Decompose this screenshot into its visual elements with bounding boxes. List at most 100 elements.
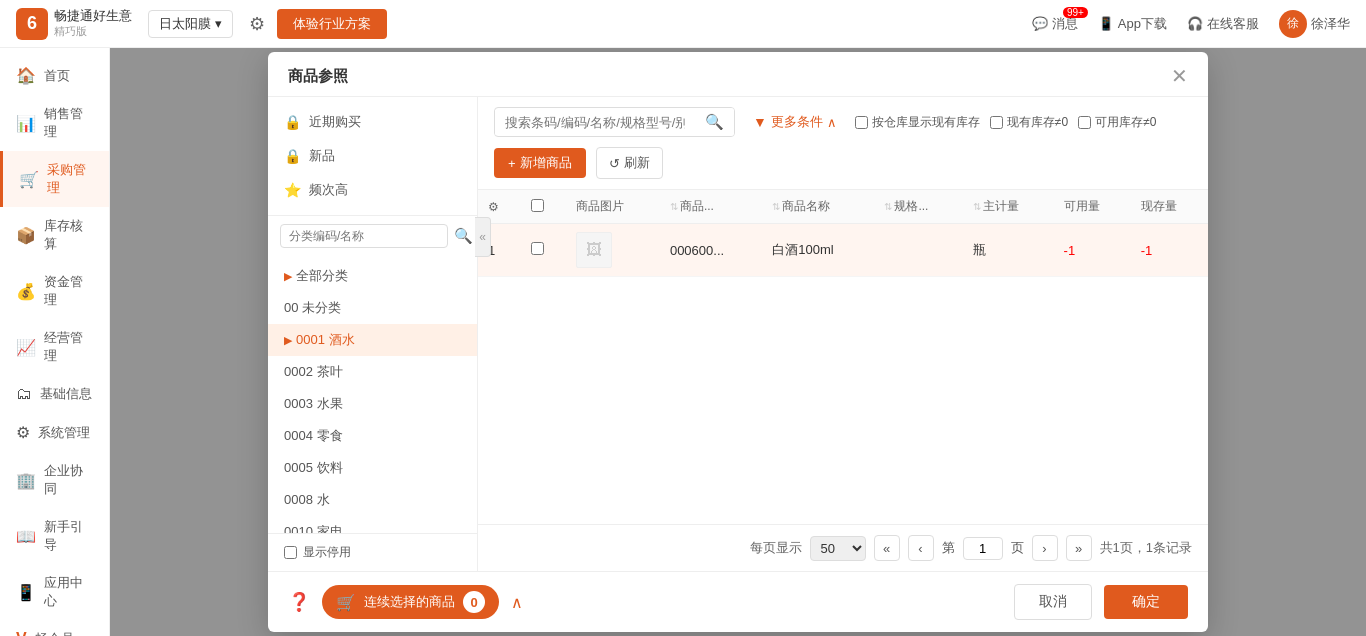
tab-recent-label: 近期购买	[309, 113, 361, 131]
show-disabled-checkbox[interactable]	[284, 546, 297, 559]
page-label: 第	[942, 539, 955, 557]
col-unit-sort-icon: ⇅	[973, 201, 981, 212]
tab-recent[interactable]: 🔒 近期购买	[268, 105, 477, 139]
filter-btn[interactable]: ▼ 更多条件 ∧	[745, 108, 845, 136]
col-spec-sort-icon: ⇅	[884, 201, 892, 212]
vip-icon: V	[16, 630, 27, 636]
checkbox-usable[interactable]	[1078, 116, 1091, 129]
checkbox-stock[interactable]	[855, 116, 868, 129]
category-search-input[interactable]	[280, 224, 448, 248]
modal-left-tabs: 🔒 近期购买 🔒 新品 ⭐ 频次高	[268, 97, 477, 216]
nav-right: 💬 消息 99+ 📱 App下载 🎧 在线客服 徐 徐泽华	[1032, 10, 1350, 38]
cat-0005[interactable]: 0005 饮料	[268, 452, 477, 484]
cat-00[interactable]: 00 未分类	[268, 292, 477, 324]
page-size-select[interactable]: 50 20 100	[810, 536, 866, 561]
col-stock: 现存量	[1131, 190, 1208, 224]
plus-icon: +	[508, 156, 516, 171]
cart-collapse-icon[interactable]: ∧	[511, 593, 523, 612]
cat-0008[interactable]: 0008 水	[268, 484, 477, 516]
sidebar-item-inventory[interactable]: 📦 库存核算	[0, 207, 109, 263]
checkbox-available[interactable]	[990, 116, 1003, 129]
gear-icon[interactable]: ⚙	[249, 13, 265, 35]
logo-title: 畅捷通好生意	[54, 8, 132, 25]
cat-all[interactable]: ▶ 全部分类	[268, 260, 477, 292]
col-spec[interactable]: ⇅ 规格...	[874, 190, 962, 224]
cat-0001-arrow: ▶	[284, 334, 292, 347]
cat-0002[interactable]: 0002 茶叶	[268, 356, 477, 388]
app-download-btn[interactable]: 📱 App下载	[1098, 15, 1167, 33]
col-name[interactable]: ⇅ 商品名称	[762, 190, 874, 224]
system-icon: ⚙	[16, 423, 30, 442]
home-icon: 🏠	[16, 66, 36, 85]
modal-left-panel: 🔒 近期购买 🔒 新品 ⭐ 频次高	[268, 97, 478, 571]
add-product-label: 新增商品	[520, 154, 572, 172]
last-page-btn[interactable]: »	[1066, 535, 1092, 561]
product-search-input[interactable]	[495, 110, 695, 135]
help-icon[interactable]: ❓	[288, 591, 310, 613]
business-icon: 📈	[16, 338, 36, 357]
checkbox-available-label[interactable]: 现有库存≠0	[990, 114, 1068, 131]
row-checkbox-cell[interactable]	[521, 224, 566, 277]
user-avatar[interactable]: 徐 徐泽华	[1279, 10, 1350, 38]
prev-page-btn[interactable]: ‹	[908, 535, 934, 561]
add-product-button[interactable]: + 新增商品	[494, 148, 586, 178]
sidebar-item-vip[interactable]: V 畅会员	[0, 620, 109, 636]
category-search-icon[interactable]: 🔍	[454, 227, 473, 245]
col-code[interactable]: ⇅ 商品...	[660, 190, 762, 224]
sidebar-label-appcenter: 应用中心	[44, 574, 93, 610]
refresh-label: 刷新	[624, 154, 650, 172]
cat-0003[interactable]: 0003 水果	[268, 388, 477, 420]
sidebar-item-finance[interactable]: 💰 资金管理	[0, 263, 109, 319]
purchase-icon: 🛒	[19, 170, 39, 189]
sidebar-item-enterprise[interactable]: 🏢 企业协同	[0, 452, 109, 508]
lock-icon-1: 🔒	[284, 114, 301, 130]
product-thumbnail: 🖼	[576, 232, 612, 268]
sidebar-item-home[interactable]: 🏠 首页	[0, 56, 109, 95]
modal-close-icon[interactable]: ✕	[1171, 66, 1188, 86]
sidebar-item-appcenter[interactable]: 📱 应用中心	[0, 564, 109, 620]
guide-icon: 📖	[16, 527, 36, 546]
messages-btn[interactable]: 💬 消息 99+	[1032, 15, 1078, 33]
avatar: 徐	[1279, 10, 1307, 38]
cat-0010[interactable]: 0010 家电	[268, 516, 477, 533]
sales-icon: 📊	[16, 114, 36, 133]
sidebar-item-purchase[interactable]: 🛒 采购管理	[0, 151, 109, 207]
phone-icon: 📱	[1098, 16, 1114, 31]
row-checkbox[interactable]	[531, 242, 544, 255]
tab-frequent[interactable]: ⭐ 频次高	[268, 173, 477, 207]
cat-0001[interactable]: ▶ 0001 酒水	[268, 324, 477, 356]
next-page-btn[interactable]: ›	[1032, 535, 1058, 561]
sidebar-label-enterprise: 企业协同	[44, 462, 93, 498]
sidebar-item-system[interactable]: ⚙ 系统管理	[0, 413, 109, 452]
sidebar-item-basic[interactable]: 🗂 基础信息	[0, 375, 109, 413]
refresh-button[interactable]: ↺ 刷新	[596, 147, 663, 179]
confirm-button[interactable]: 确定	[1104, 585, 1188, 619]
select-all-checkbox[interactable]	[531, 199, 544, 212]
row-image-cell: 🖼	[566, 224, 660, 277]
sidebar-item-business[interactable]: 📈 经营管理	[0, 319, 109, 375]
show-disabled-row: 显示停用	[268, 533, 477, 571]
store-selector[interactable]: 日太阳膜 ▾	[148, 10, 233, 38]
message-icon: 💬	[1032, 16, 1048, 31]
product-search-button[interactable]: 🔍	[695, 108, 734, 136]
cat-0002-label: 0002 茶叶	[284, 363, 343, 381]
basic-icon: 🗂	[16, 385, 32, 403]
chevron-down-icon: ▾	[215, 16, 222, 31]
trial-button[interactable]: 体验行业方案	[277, 9, 387, 39]
row-unit: 瓶	[963, 224, 1054, 277]
online-service-btn[interactable]: 🎧 在线客服	[1187, 15, 1259, 33]
checkbox-usable-label[interactable]: 可用库存≠0	[1078, 114, 1156, 131]
cart-area[interactable]: 🛒 连续选择的商品 0	[322, 585, 499, 619]
tab-new[interactable]: 🔒 新品	[268, 139, 477, 173]
cancel-button[interactable]: 取消	[1014, 584, 1092, 620]
col-unit[interactable]: ⇅ 主计量	[963, 190, 1054, 224]
first-page-btn[interactable]: «	[874, 535, 900, 561]
page-number-input[interactable]	[963, 537, 1003, 560]
panel-collapse-btn[interactable]: «	[475, 217, 491, 257]
tab-new-label: 新品	[309, 147, 335, 165]
checkbox-stock-label[interactable]: 按仓库显示现有库存	[855, 114, 980, 131]
sidebar-item-sales[interactable]: 📊 销售管理	[0, 95, 109, 151]
table-row[interactable]: 1 🖼 000600... 白酒100ml 瓶	[478, 224, 1208, 277]
cat-0004[interactable]: 0004 零食	[268, 420, 477, 452]
sidebar-item-guide[interactable]: 📖 新手引导	[0, 508, 109, 564]
